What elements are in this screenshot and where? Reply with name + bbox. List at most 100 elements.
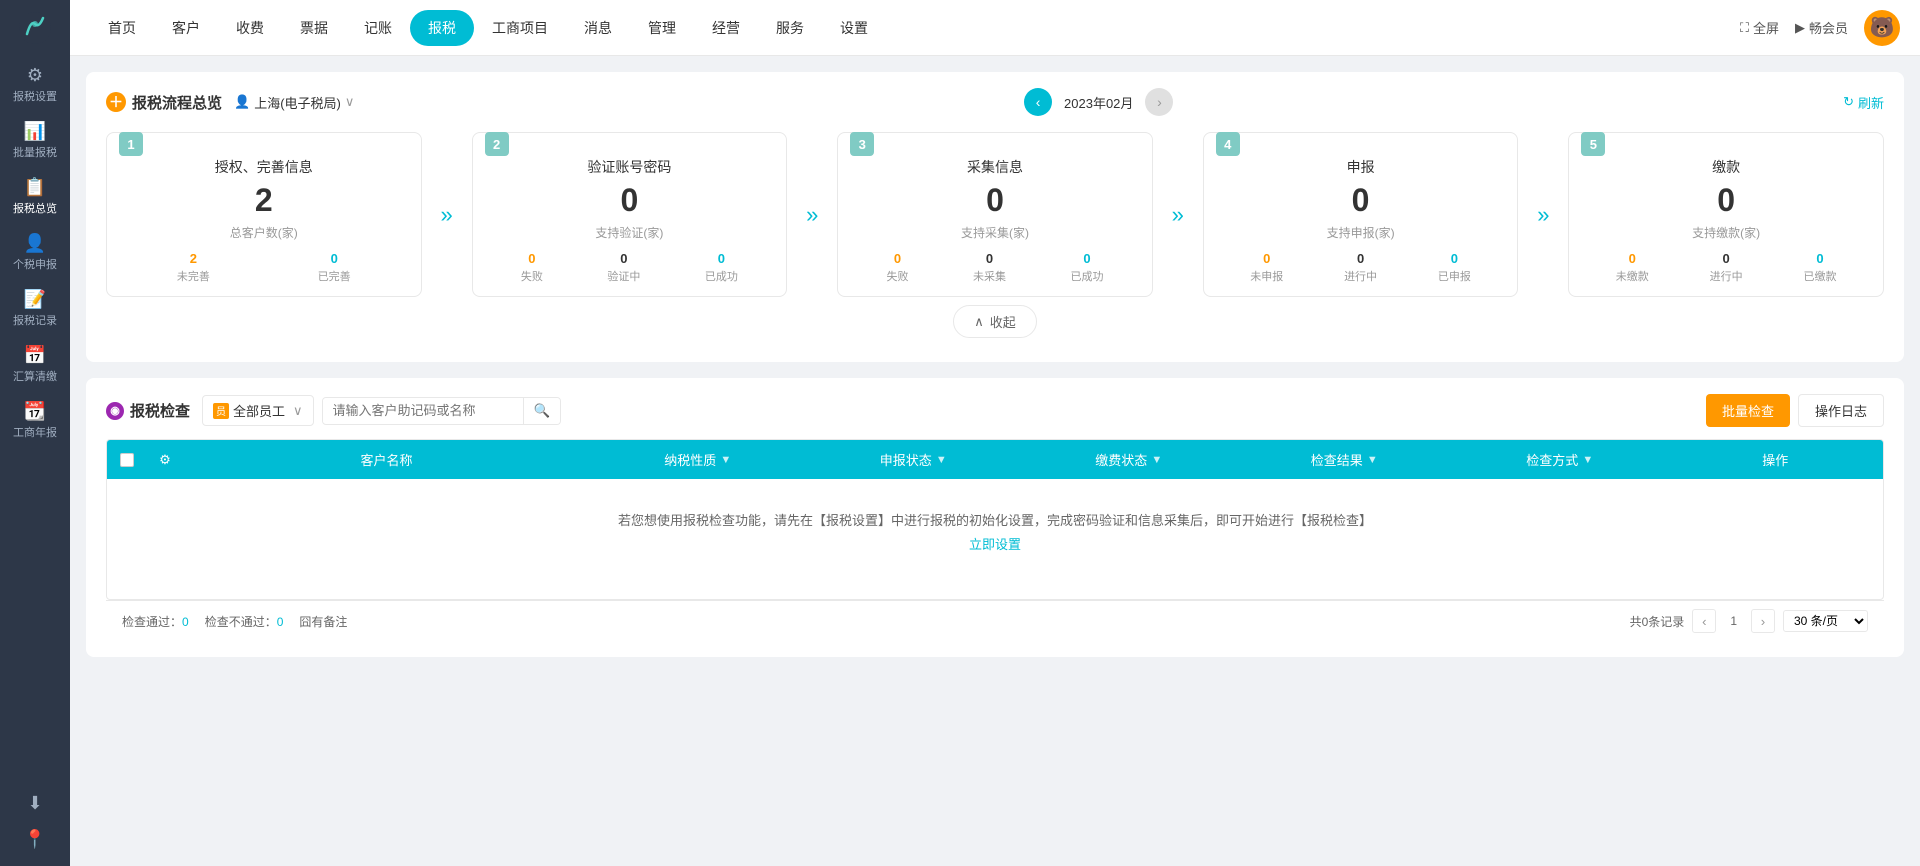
tax-settings-icon: ⚙ (27, 66, 43, 84)
month-navigation: ‹ 2023年02月 › (1024, 88, 1173, 116)
nav-accounting[interactable]: 记账 (346, 10, 410, 46)
stat-complete-value: 0 (331, 251, 338, 266)
sidebar-item-batch-tax[interactable]: 📊 批量报税 (0, 112, 70, 168)
step-subtitle-3: 支持采集(家) (854, 224, 1136, 241)
th-settings[interactable]: ⚙ (147, 440, 183, 479)
collapse-row: ∧ 收起 (106, 297, 1884, 346)
note-label: 囧有备注 (299, 613, 347, 630)
check-header: ◉ 报税检查 员 全部员工 ∨ 🔍 批量检查 操作日志 (106, 394, 1884, 427)
member-button[interactable]: ▶ 畅会员 (1795, 18, 1848, 37)
stat-undeclared-4-value: 0 (1263, 251, 1270, 266)
arrow-3: » (1153, 132, 1203, 297)
sidebar-item-personal-tax[interactable]: 👤 个税申报 (0, 224, 70, 280)
nav-settings[interactable]: 设置 (822, 10, 886, 46)
sidebar: ⚙ 报税设置 📊 批量报税 📋 报税总览 👤 个税申报 📝 报税记录 📅 汇算清… (0, 0, 70, 866)
arrow-icon-4: » (1537, 202, 1549, 228)
filter-icon-1[interactable]: ▼ (720, 454, 731, 466)
step-number-2: 2 (485, 132, 509, 156)
location-badge[interactable]: 👤 上海(电子税局) ∨ (234, 93, 354, 112)
stat-undeclared-4: 0 未申报 (1250, 251, 1283, 284)
stat-uncollected-3: 0 未采集 (973, 251, 1006, 284)
pass-count[interactable]: 0 (182, 615, 189, 629)
step-count-2: 0 (489, 183, 771, 218)
refresh-button[interactable]: ↻ 刷新 (1843, 93, 1884, 112)
search-input[interactable] (323, 398, 523, 423)
th-actions: 操作 (1668, 440, 1884, 479)
prev-page-button[interactable]: ‹ (1692, 609, 1716, 633)
batch-check-button[interactable]: 批量检查 (1706, 394, 1790, 427)
tax-check-table: ⚙ 客户名称 纳税性质 ▼ 申报状态 ▼ 缴费状态 ▼ (106, 439, 1884, 600)
play-icon: ▶ (1795, 20, 1805, 36)
process-steps: 1 授权、完善信息 2 总客户数(家) 2 未完善 0 已完善 (106, 132, 1884, 297)
step-stats-5: 0 未缴款 0 进行中 0 已缴款 (1585, 251, 1867, 284)
fail-count[interactable]: 0 (277, 615, 284, 629)
nav-management[interactable]: 管理 (630, 10, 694, 46)
clearing-icon: 📅 (24, 346, 46, 364)
nav-services[interactable]: 服务 (758, 10, 822, 46)
step-subtitle-5: 支持缴款(家) (1585, 224, 1867, 241)
sidebar-item-download[interactable]: ⬇ (0, 784, 70, 820)
chevron-down-icon: ∨ (345, 94, 355, 110)
sidebar-logo (0, 0, 70, 56)
filter-icon-3[interactable]: ▼ (1151, 454, 1162, 466)
nav-invoices[interactable]: 票据 (282, 10, 346, 46)
step-stats-3: 0 失败 0 未采集 0 已成功 (854, 251, 1136, 284)
stat-verifying-2: 0 验证中 (607, 251, 640, 284)
th-checkbox[interactable] (107, 440, 147, 479)
download-icon: ⬇ (27, 794, 42, 812)
next-month-button[interactable]: › (1145, 88, 1173, 116)
stat-incomplete-value: 2 (190, 251, 197, 266)
sidebar-item-location[interactable]: 📍 (0, 820, 70, 856)
stat-declared-4-label: 已申报 (1438, 268, 1471, 284)
nav-clients[interactable]: 客户 (154, 10, 218, 46)
nav-home[interactable]: 首页 (90, 10, 154, 46)
total-records: 共0条记录 (1630, 613, 1685, 630)
filter-icon-2[interactable]: ▼ (936, 454, 947, 466)
stat-success-3-value: 0 (1083, 251, 1090, 266)
stat-inprogress-5-label: 进行中 (1710, 268, 1743, 284)
stat-unpaid-5: 0 未缴款 (1616, 251, 1649, 284)
stat-success-3-label: 已成功 (1071, 268, 1104, 284)
footer-pagination: 共0条记录 ‹ 1 › 30 条/页50 条/页100 条/页 (1630, 609, 1868, 633)
stat-failed-3: 0 失败 (886, 251, 908, 284)
operation-log-button[interactable]: 操作日志 (1798, 394, 1884, 427)
prev-month-button[interactable]: ‹ (1024, 88, 1052, 116)
stat-paid-5: 0 已缴款 (1804, 251, 1837, 284)
arrow-2: » (787, 132, 837, 297)
th-client-name: 客户名称 (183, 440, 590, 479)
search-button[interactable]: 🔍 (523, 398, 561, 424)
step-subtitle-4: 支持申报(家) (1220, 224, 1502, 241)
nav-messages[interactable]: 消息 (566, 10, 630, 46)
nav-operations[interactable]: 经营 (694, 10, 758, 46)
sidebar-item-tax-overview[interactable]: 📋 报税总览 (0, 168, 70, 224)
step-count-3: 0 (854, 183, 1136, 218)
setup-link[interactable]: 立即设置 (969, 533, 1021, 556)
nav-fees[interactable]: 收费 (218, 10, 282, 46)
nav-tax[interactable]: 报税 (410, 10, 474, 46)
stat-verifying-2-value: 0 (620, 251, 627, 266)
location-person-icon: 👤 (234, 94, 250, 110)
stat-unpaid-5-label: 未缴款 (1616, 268, 1649, 284)
stat-inprogress-4-value: 0 (1357, 251, 1364, 266)
fullscreen-button[interactable]: ⛶ 全屏 (1740, 18, 1779, 37)
process-title: ＋ 报税流程总览 (106, 92, 222, 113)
sidebar-item-tax-settings[interactable]: ⚙ 报税设置 (0, 56, 70, 112)
staff-filter-select[interactable]: 员 全部员工 ∨ (202, 395, 314, 426)
next-page-button[interactable]: › (1751, 609, 1775, 633)
filter-icon-5[interactable]: ▼ (1582, 454, 1593, 466)
table-header: ⚙ 客户名称 纳税性质 ▼ 申报状态 ▼ 缴费状态 ▼ (107, 440, 1883, 479)
sidebar-item-clearing[interactable]: 📅 汇算清缴 (0, 336, 70, 392)
avatar[interactable]: 🐻 (1864, 10, 1900, 46)
stat-failed-2-label: 失败 (521, 268, 543, 284)
step-number-3: 3 (850, 132, 874, 156)
staff-icon: 员 (213, 403, 229, 419)
per-page-select[interactable]: 30 条/页50 条/页100 条/页 (1783, 610, 1868, 632)
step-stats-4: 0 未申报 0 进行中 0 已申报 (1220, 251, 1502, 284)
sidebar-item-tax-records[interactable]: 📝 报税记录 (0, 280, 70, 336)
header-checkbox[interactable] (120, 453, 134, 467)
sidebar-item-annual-report[interactable]: 📆 工商年报 (0, 392, 70, 448)
collapse-button[interactable]: ∧ 收起 (953, 305, 1037, 338)
nav-business[interactable]: 工商项目 (474, 10, 566, 46)
tax-overview-icon: 📋 (24, 178, 46, 196)
filter-icon-4[interactable]: ▼ (1367, 454, 1378, 466)
